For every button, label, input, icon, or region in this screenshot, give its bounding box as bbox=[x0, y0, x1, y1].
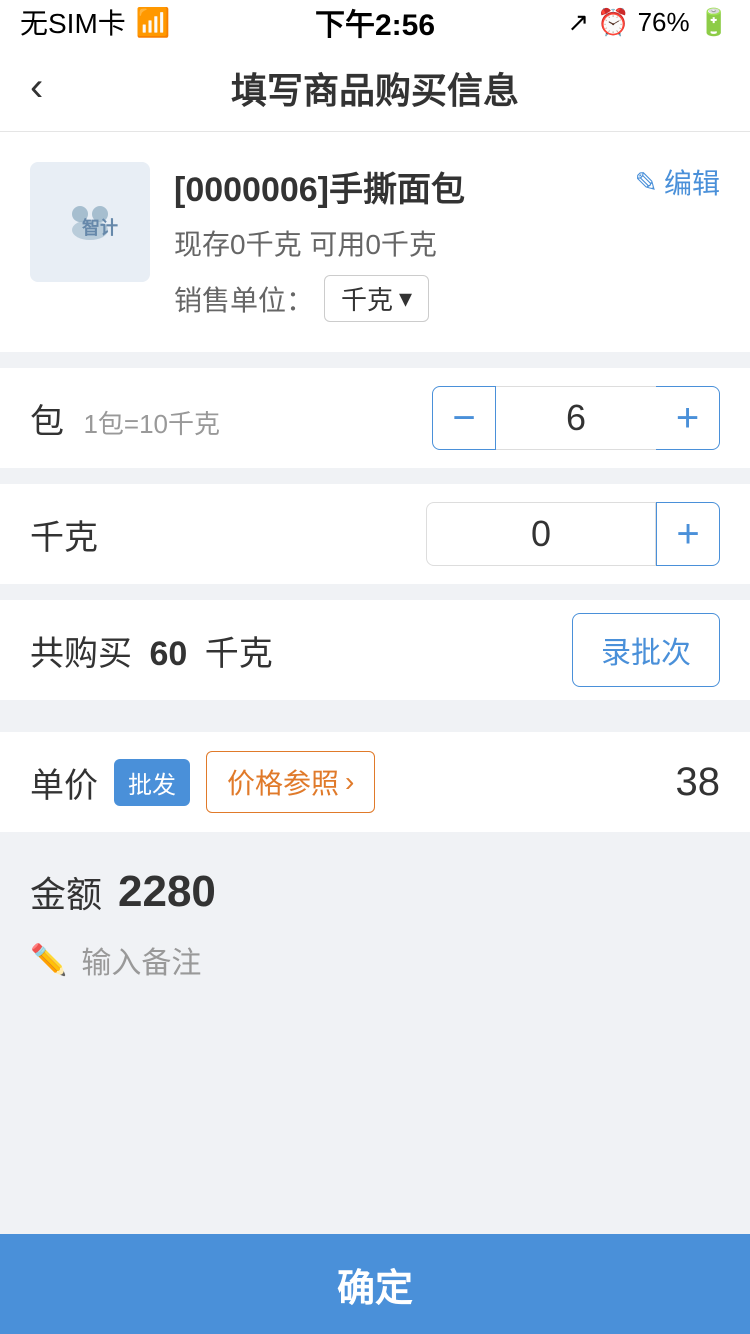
nav-bar: ‹ 填写商品购买信息 bbox=[0, 44, 750, 132]
amount-label: 金额 bbox=[30, 866, 102, 918]
status-time: 下午2:56 bbox=[315, 0, 435, 44]
qianke-quantity-input[interactable] bbox=[426, 502, 656, 566]
total-quantity: 60 bbox=[149, 635, 187, 673]
price-label: 单价 bbox=[30, 758, 98, 807]
edit-button[interactable]: ✎ 编辑 bbox=[635, 162, 720, 202]
total-suffix: 千克 bbox=[205, 635, 273, 673]
bao-plus-button[interactable]: + bbox=[656, 386, 720, 450]
qianke-label: 千克 bbox=[30, 510, 426, 559]
svg-text:智计: 智计 bbox=[82, 217, 118, 238]
battery-text: 76% bbox=[638, 7, 690, 38]
bao-quantity-control: − + bbox=[432, 386, 720, 450]
bao-section: 包 1包=10千克 − + bbox=[0, 368, 750, 468]
price-value: 38 bbox=[676, 760, 721, 805]
wifi-icon: 📶 bbox=[136, 6, 171, 39]
batch-button[interactable]: 录批次 bbox=[572, 613, 720, 687]
alarm-icon: ⏰ bbox=[597, 7, 629, 38]
amount-section: 金额 2280 ✏️ 输入备注 bbox=[0, 836, 750, 1012]
qianke-quantity-control: + bbox=[426, 502, 720, 566]
bottom-spacer bbox=[0, 1012, 750, 1132]
amount-row: 金额 2280 bbox=[30, 866, 720, 918]
status-right: ↗ ⏰ 76% 🔋 bbox=[567, 7, 730, 38]
bao-sublabel: 1包=10千克 bbox=[83, 409, 220, 439]
edit-label: 编辑 bbox=[664, 162, 720, 202]
unit-value: 千克 bbox=[341, 280, 393, 317]
product-logo-icon: 智计 bbox=[60, 192, 120, 252]
location-icon: ↗ bbox=[567, 7, 589, 38]
amount-value: 2280 bbox=[118, 867, 216, 917]
price-ref-button[interactable]: 价格参照 › bbox=[206, 751, 375, 813]
price-ref-label: 价格参照 bbox=[227, 762, 339, 802]
divider bbox=[0, 716, 750, 732]
price-row: 单价 批发 价格参照 › 38 bbox=[30, 732, 720, 832]
qianke-row: 千克 + bbox=[30, 484, 720, 584]
product-image: 智计 bbox=[30, 162, 150, 282]
price-ref-arrow-icon: › bbox=[345, 766, 354, 798]
qianke-section: 千克 + bbox=[0, 484, 750, 584]
bao-quantity-input[interactable] bbox=[496, 386, 656, 450]
status-left: 无SIM卡 📶 bbox=[20, 2, 171, 42]
unit-select[interactable]: 千克 ▾ bbox=[324, 275, 429, 322]
edit-icon: ✎ bbox=[635, 166, 658, 199]
page-title: 填写商品购买信息 bbox=[231, 62, 519, 114]
remark-row[interactable]: ✏️ 输入备注 bbox=[30, 938, 720, 1012]
bao-minus-button[interactable]: − bbox=[432, 386, 496, 450]
price-section: 单价 批发 价格参照 › 38 bbox=[0, 732, 750, 832]
product-unit-row: 销售单位： 千克 ▾ bbox=[174, 275, 720, 322]
bao-row: 包 1包=10千克 − + bbox=[30, 368, 720, 468]
dropdown-icon: ▾ bbox=[399, 283, 412, 314]
carrier-text: 无SIM卡 bbox=[20, 2, 126, 42]
total-prefix: 共购买 bbox=[30, 635, 132, 673]
qianke-plus-button[interactable]: + bbox=[656, 502, 720, 566]
battery-icon: 🔋 bbox=[698, 7, 730, 38]
total-text: 共购买 60 千克 bbox=[30, 626, 572, 675]
remark-placeholder: 输入备注 bbox=[81, 938, 201, 982]
total-section: 共购买 60 千克 录批次 bbox=[0, 600, 750, 700]
product-stock: 现存0千克 可用0千克 bbox=[174, 223, 720, 263]
back-button[interactable]: ‹ bbox=[30, 65, 43, 110]
status-bar: 无SIM卡 📶 下午2:56 ↗ ⏰ 76% 🔋 bbox=[0, 0, 750, 44]
price-tag: 批发 bbox=[114, 759, 190, 806]
bao-label: 包 1包=10千克 bbox=[30, 394, 432, 443]
unit-label: 销售单位： bbox=[174, 279, 314, 319]
pencil-icon: ✏️ bbox=[30, 943, 67, 978]
product-section: 智计 [0000006]手撕面包 现存0千克 可用0千克 销售单位： 千克 ▾ … bbox=[0, 132, 750, 352]
confirm-button[interactable]: 确定 bbox=[0, 1234, 750, 1334]
